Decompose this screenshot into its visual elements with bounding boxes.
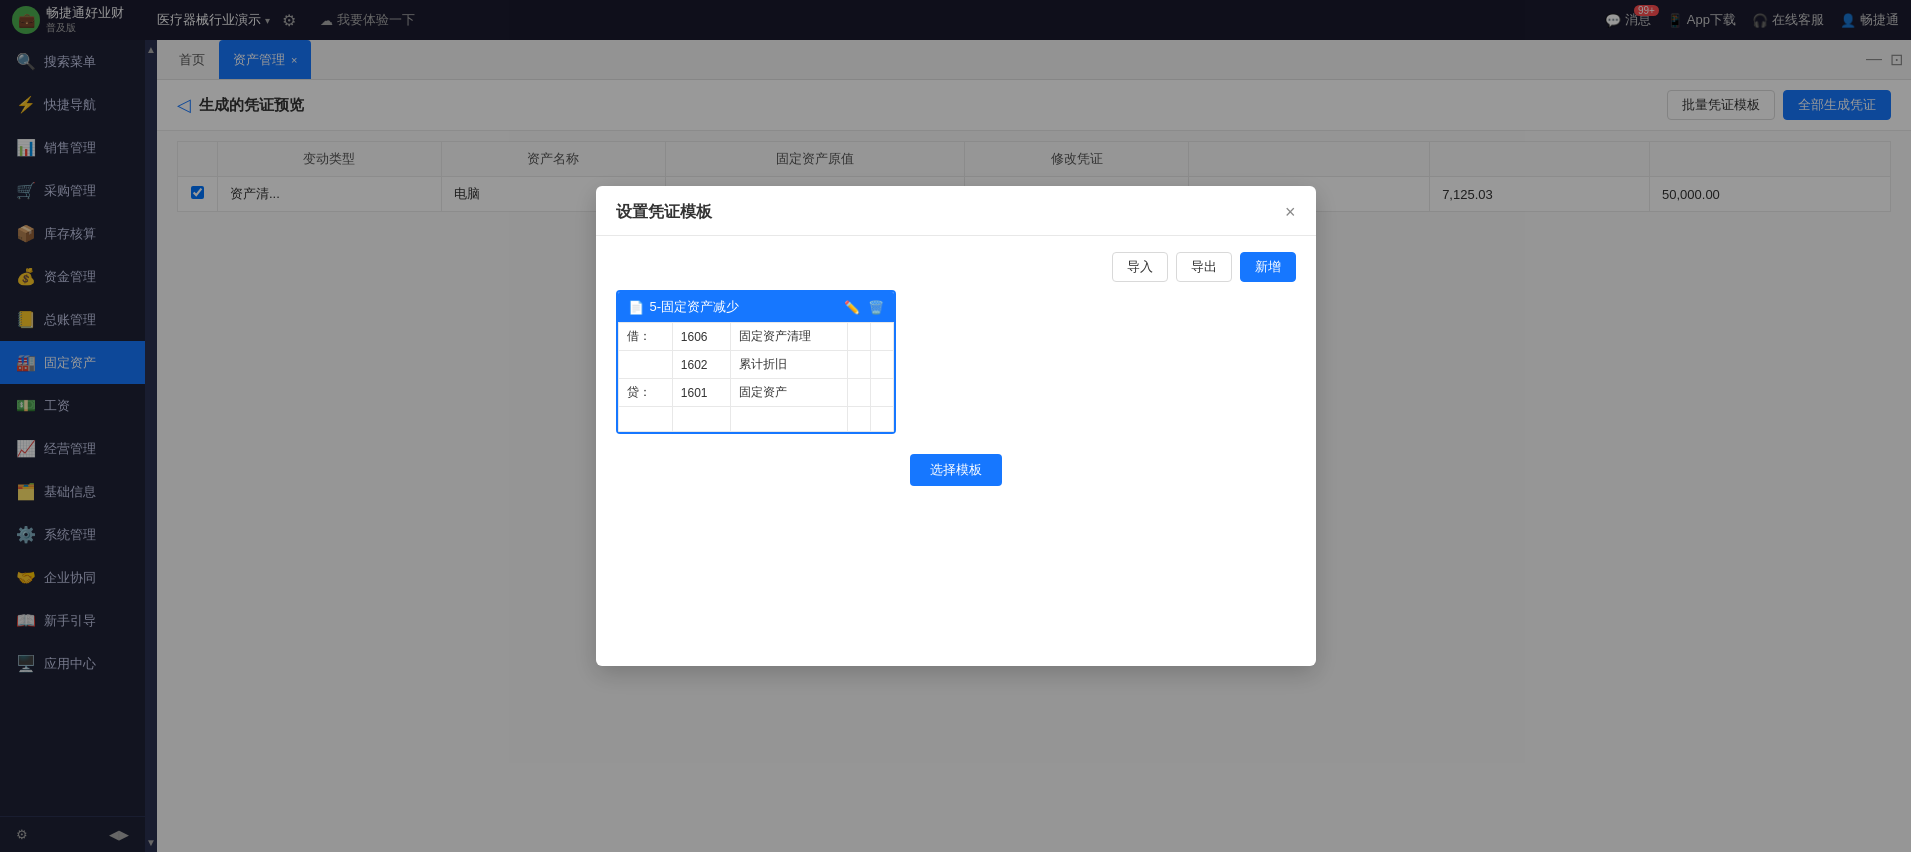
import-button[interactable]: 导入 <box>1112 252 1168 282</box>
template-row-debit2: 1602 累计折旧 <box>618 351 893 379</box>
debit-label2 <box>618 351 672 379</box>
template-card-title: 📄 5-固定资产减少 <box>628 298 740 316</box>
template-card-header: 📄 5-固定资产减少 ✏️ 🗑️ <box>618 292 894 322</box>
template-card-actions: ✏️ 🗑️ <box>844 300 884 315</box>
export-button[interactable]: 导出 <box>1176 252 1232 282</box>
debit-name2: 累计折旧 <box>730 351 848 379</box>
modal-body: 📄 5-固定资产减少 ✏️ 🗑️ 借： 1606 <box>596 290 1316 666</box>
credit-amount2 <box>870 379 893 407</box>
empty-cell5 <box>870 407 893 432</box>
debit-amount3 <box>848 351 871 379</box>
modal-close-button[interactable]: × <box>1285 202 1296 223</box>
debit-amount1 <box>848 323 871 351</box>
template-name: 5-固定资产减少 <box>650 298 740 316</box>
template-row-credit1: 贷： 1601 固定资产 <box>618 379 893 407</box>
modal-set-template: 设置凭证模板 × 导入 导出 新增 📄 5-固定资产减少 ✏️ 🗑️ <box>596 186 1316 666</box>
template-row-debit1: 借： 1606 固定资产清理 <box>618 323 893 351</box>
modal-title: 设置凭证模板 <box>616 202 712 223</box>
template-doc-icon: 📄 <box>628 300 644 315</box>
template-delete-icon[interactable]: 🗑️ <box>868 300 884 315</box>
debit-amount2 <box>870 323 893 351</box>
template-card: 📄 5-固定资产减少 ✏️ 🗑️ 借： 1606 <box>616 290 896 434</box>
debit-amount4 <box>870 351 893 379</box>
modal-header: 设置凭证模板 × <box>596 186 1316 236</box>
debit-label: 借： <box>618 323 672 351</box>
credit-amount1 <box>848 379 871 407</box>
modal-overlay[interactable]: 设置凭证模板 × 导入 导出 新增 📄 5-固定资产减少 ✏️ 🗑️ <box>0 0 1911 852</box>
empty-cell2 <box>672 407 730 432</box>
template-card-body: 借： 1606 固定资产清理 1602 累计折旧 <box>618 322 894 432</box>
empty-cell1 <box>618 407 672 432</box>
new-template-button[interactable]: 新增 <box>1240 252 1296 282</box>
empty-cell4 <box>848 407 871 432</box>
debit-name1: 固定资产清理 <box>730 323 848 351</box>
modal-toolbar: 导入 导出 新增 <box>596 236 1316 290</box>
debit-code2: 1602 <box>672 351 730 379</box>
credit-code1: 1601 <box>672 379 730 407</box>
template-row-empty <box>618 407 893 432</box>
empty-cell3 <box>730 407 848 432</box>
credit-name1: 固定资产 <box>730 379 848 407</box>
template-select-container: 选择模板 <box>616 454 1296 486</box>
select-template-button[interactable]: 选择模板 <box>910 454 1002 486</box>
credit-label: 贷： <box>618 379 672 407</box>
debit-code1: 1606 <box>672 323 730 351</box>
template-edit-icon[interactable]: ✏️ <box>844 300 860 315</box>
